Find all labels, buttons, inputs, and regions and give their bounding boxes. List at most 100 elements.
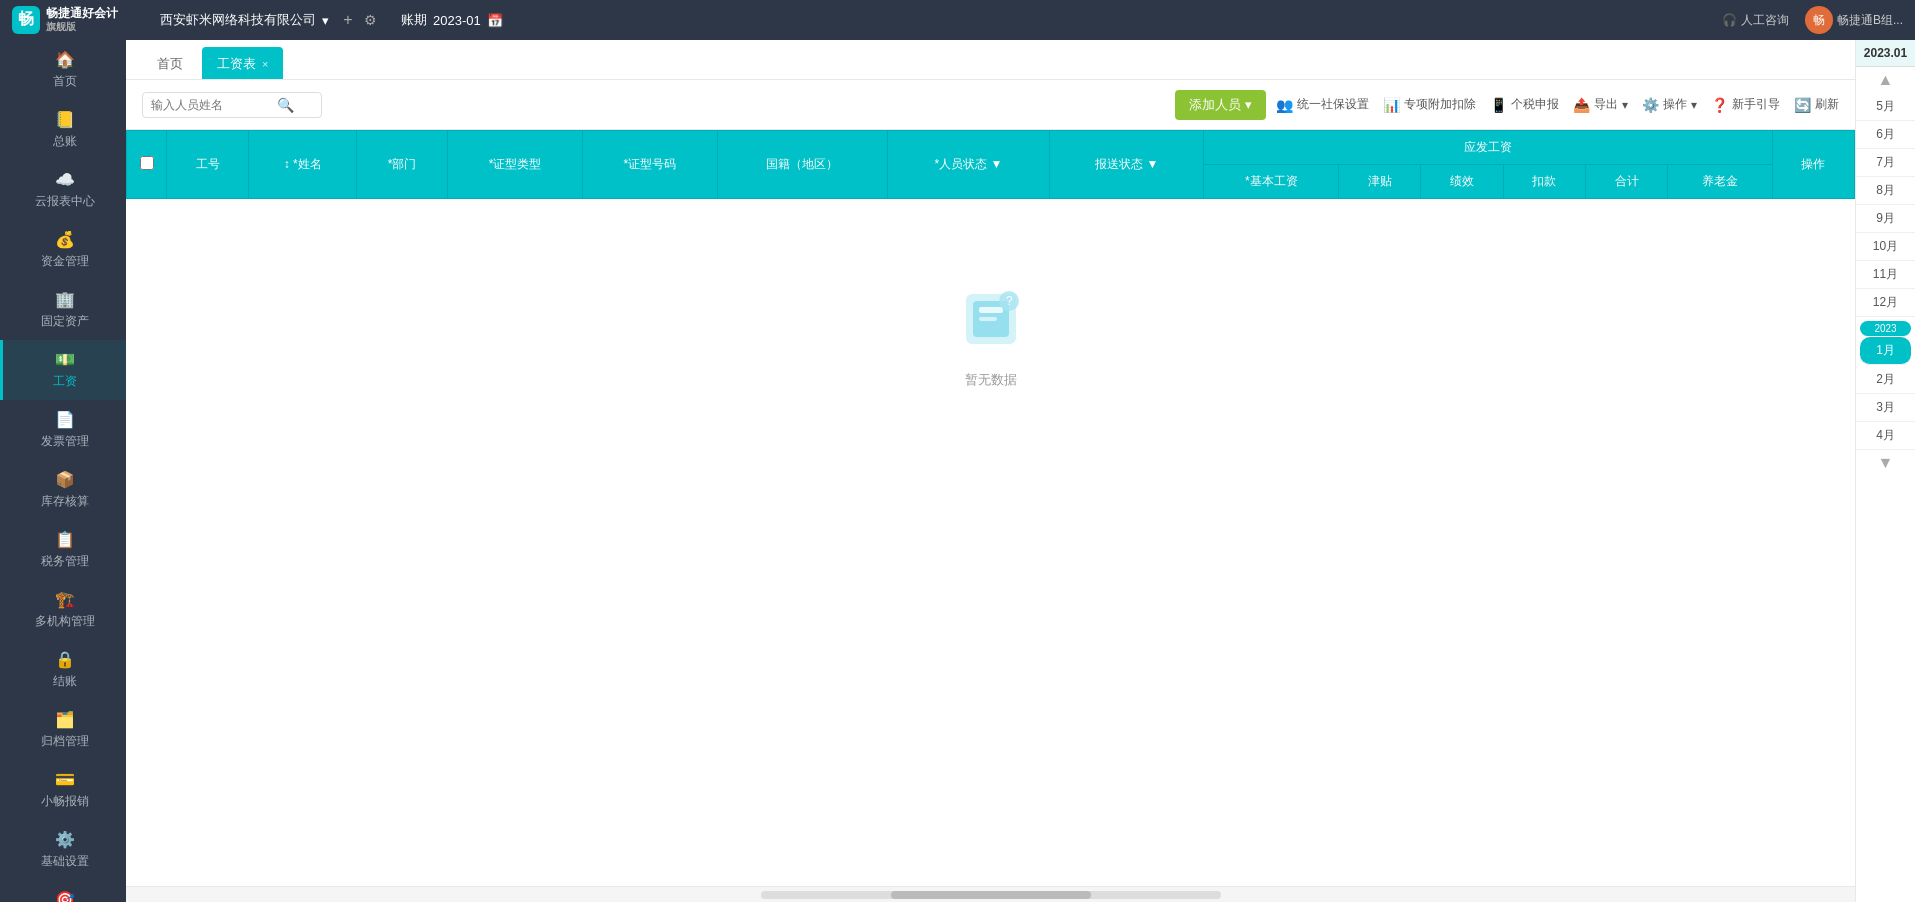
export-dropdown-icon: ▾: [1622, 98, 1628, 112]
horizontal-scrollbar-area: [126, 886, 1855, 902]
month-item-prev-5月[interactable]: 5月: [1856, 93, 1915, 121]
multi-sidebar-icon: 🏗️: [55, 590, 75, 609]
sidebar-item-report[interactable]: ☁️ 云报表中心: [0, 160, 126, 220]
operations-button[interactable]: ⚙️ 操作 ▾: [1642, 96, 1697, 113]
period-value: 2023-01: [433, 13, 481, 28]
month-item-curr-3月[interactable]: 3月: [1856, 394, 1915, 422]
sidebar-item-multi[interactable]: 🏗️ 多机构管理: [0, 580, 126, 640]
empty-label: 暂无数据: [965, 371, 1017, 389]
empty-state: ? 暂无数据: [126, 199, 1855, 469]
month-item-prev-10月[interactable]: 10月: [1856, 233, 1915, 261]
export-label: 导出: [1594, 96, 1618, 113]
support-button[interactable]: 🎧 人工咨询: [1722, 12, 1789, 29]
sidebar-item-home[interactable]: 🏠 首页: [0, 40, 126, 100]
tab-home-label: 首页: [157, 55, 183, 73]
tab-home[interactable]: 首页: [142, 47, 198, 79]
th-salary-components: 应发工资: [1204, 131, 1772, 165]
th-checkbox[interactable]: [127, 131, 167, 199]
header-period: 账期 2023-01 📅: [401, 11, 503, 29]
sidebar-item-guide[interactable]: 🎯 新手引导: [0, 880, 126, 902]
add-person-label: 添加人员: [1189, 96, 1241, 114]
export-icon: 📤: [1573, 97, 1590, 113]
home-sidebar-label: 首页: [53, 73, 77, 90]
company-selector[interactable]: 西安虾米网络科技有限公司 ▾: [152, 7, 337, 33]
sidebar-item-inventory[interactable]: 📦 库存核算: [0, 460, 126, 520]
special-deduction-label: 专项附加扣除: [1404, 96, 1476, 113]
headset-icon: 🎧: [1722, 13, 1737, 27]
sidebar-item-archive[interactable]: 🗂️ 归档管理: [0, 700, 126, 760]
month-item-curr-1月[interactable]: 1月: [1860, 337, 1911, 365]
month-item-curr-2月[interactable]: 2月: [1856, 366, 1915, 394]
th-name[interactable]: ↕ *姓名: [249, 131, 357, 199]
personal-tax-label: 个税申报: [1511, 96, 1559, 113]
month-item-curr-4月[interactable]: 4月: [1856, 422, 1915, 450]
app-name: 畅捷通好会计: [46, 6, 118, 20]
archive-sidebar-label: 归档管理: [41, 733, 89, 750]
refresh-button[interactable]: 🔄 刷新: [1794, 96, 1839, 113]
search-icon: 🔍: [277, 97, 294, 113]
sidebar-item-ledger[interactable]: 📒 总账: [0, 100, 126, 160]
sidebar-item-close[interactable]: 🔒 结账: [0, 640, 126, 700]
tab-salary-table[interactable]: 工资表 ×: [202, 47, 283, 79]
search-box: 🔍: [142, 92, 322, 118]
th-id-number: *证型号码: [582, 131, 717, 199]
month-item-prev-9月[interactable]: 9月: [1856, 205, 1915, 233]
header-settings-button[interactable]: ⚙: [359, 9, 381, 31]
select-all-checkbox[interactable]: [140, 156, 154, 170]
th-report-status[interactable]: 报送状态 ▼: [1050, 131, 1204, 199]
th-department: *部门: [357, 131, 448, 199]
new-guide-button[interactable]: ❓ 新手引导: [1711, 96, 1780, 113]
sidebar-item-fund[interactable]: 💰 资金管理: [0, 220, 126, 280]
scrollbar-thumb[interactable]: [891, 891, 1091, 899]
export-button[interactable]: 📤 导出 ▾: [1573, 96, 1628, 113]
tab-close-icon[interactable]: ×: [262, 58, 268, 70]
current-period-label: 2023.01: [1864, 46, 1907, 60]
sidebar-item-settings[interactable]: ⚙️ 基础设置: [0, 820, 126, 880]
panel-down-arrow[interactable]: ▼: [1856, 450, 1915, 476]
special-deduction-icon: 📊: [1383, 97, 1400, 113]
panel-up-arrow[interactable]: ▲: [1856, 67, 1915, 93]
th-status[interactable]: *人员状态 ▼: [887, 131, 1050, 199]
search-input[interactable]: [151, 98, 271, 112]
th-performance: 绩效: [1421, 165, 1503, 199]
special-deduction-button[interactable]: 📊 专项附加扣除: [1383, 96, 1476, 113]
sidebar-item-salary[interactable]: 💵 工资: [0, 340, 126, 400]
logo-char: 畅: [18, 9, 34, 30]
new-guide-icon: ❓: [1711, 97, 1728, 113]
right-panel-header: 2023.01: [1856, 40, 1915, 67]
right-panel: 2023.01 ▲ 5月6月7月8月9月10月11月12月 2023 1月2月3…: [1855, 40, 1915, 902]
inventory-sidebar-label: 库存核算: [41, 493, 89, 510]
settings-sidebar-label: 基础设置: [41, 853, 89, 870]
asset-sidebar-icon: 🏢: [55, 290, 75, 309]
settings-sidebar-icon: ⚙️: [55, 830, 75, 849]
sidebar: 🏠 首页 📒 总账 ☁️ 云报表中心 💰 资金管理 🏢 固定资产 💵 工资 📄 …: [0, 40, 126, 902]
sidebar-item-expense[interactable]: 💳 小畅报销: [0, 760, 126, 820]
month-item-prev-8月[interactable]: 8月: [1856, 177, 1915, 205]
add-company-button[interactable]: +: [337, 9, 359, 31]
th-basic-salary: *基本工资: [1204, 165, 1339, 199]
social-insurance-button[interactable]: 👥 统一社保设置: [1276, 96, 1369, 113]
sidebar-item-asset[interactable]: 🏢 固定资产: [0, 280, 126, 340]
horizontal-scrollbar[interactable]: [761, 891, 1221, 899]
month-item-prev-11月[interactable]: 11月: [1856, 261, 1915, 289]
operations-label: 操作: [1663, 96, 1687, 113]
add-person-button[interactable]: 添加人员 ▾: [1175, 90, 1266, 120]
user-profile[interactable]: 畅 畅捷通B组...: [1805, 6, 1903, 34]
content-area: 首页 工资表 × 🔍 添加人员 ▾ 👥 统一社保设置: [126, 40, 1855, 902]
sidebar-item-invoice[interactable]: 📄 发票管理: [0, 400, 126, 460]
month-item-prev-12月[interactable]: 12月: [1856, 289, 1915, 317]
personal-tax-button[interactable]: 📱 个税申报: [1490, 96, 1559, 113]
sidebar-item-tax[interactable]: 📋 税务管理: [0, 520, 126, 580]
th-allowance: 津贴: [1339, 165, 1421, 199]
operations-icon: ⚙️: [1642, 97, 1659, 113]
tab-salary-label: 工资表: [217, 55, 256, 73]
support-label: 人工咨询: [1741, 12, 1789, 29]
calendar-icon[interactable]: 📅: [487, 13, 503, 28]
company-name: 西安虾米网络科技有限公司: [160, 11, 316, 29]
guide-sidebar-icon: 🎯: [55, 890, 75, 902]
month-item-prev-7月[interactable]: 7月: [1856, 149, 1915, 177]
refresh-label: 刷新: [1815, 96, 1839, 113]
month-item-prev-6月[interactable]: 6月: [1856, 121, 1915, 149]
user-label: 畅捷通B组...: [1837, 12, 1903, 29]
refresh-icon: 🔄: [1794, 97, 1811, 113]
